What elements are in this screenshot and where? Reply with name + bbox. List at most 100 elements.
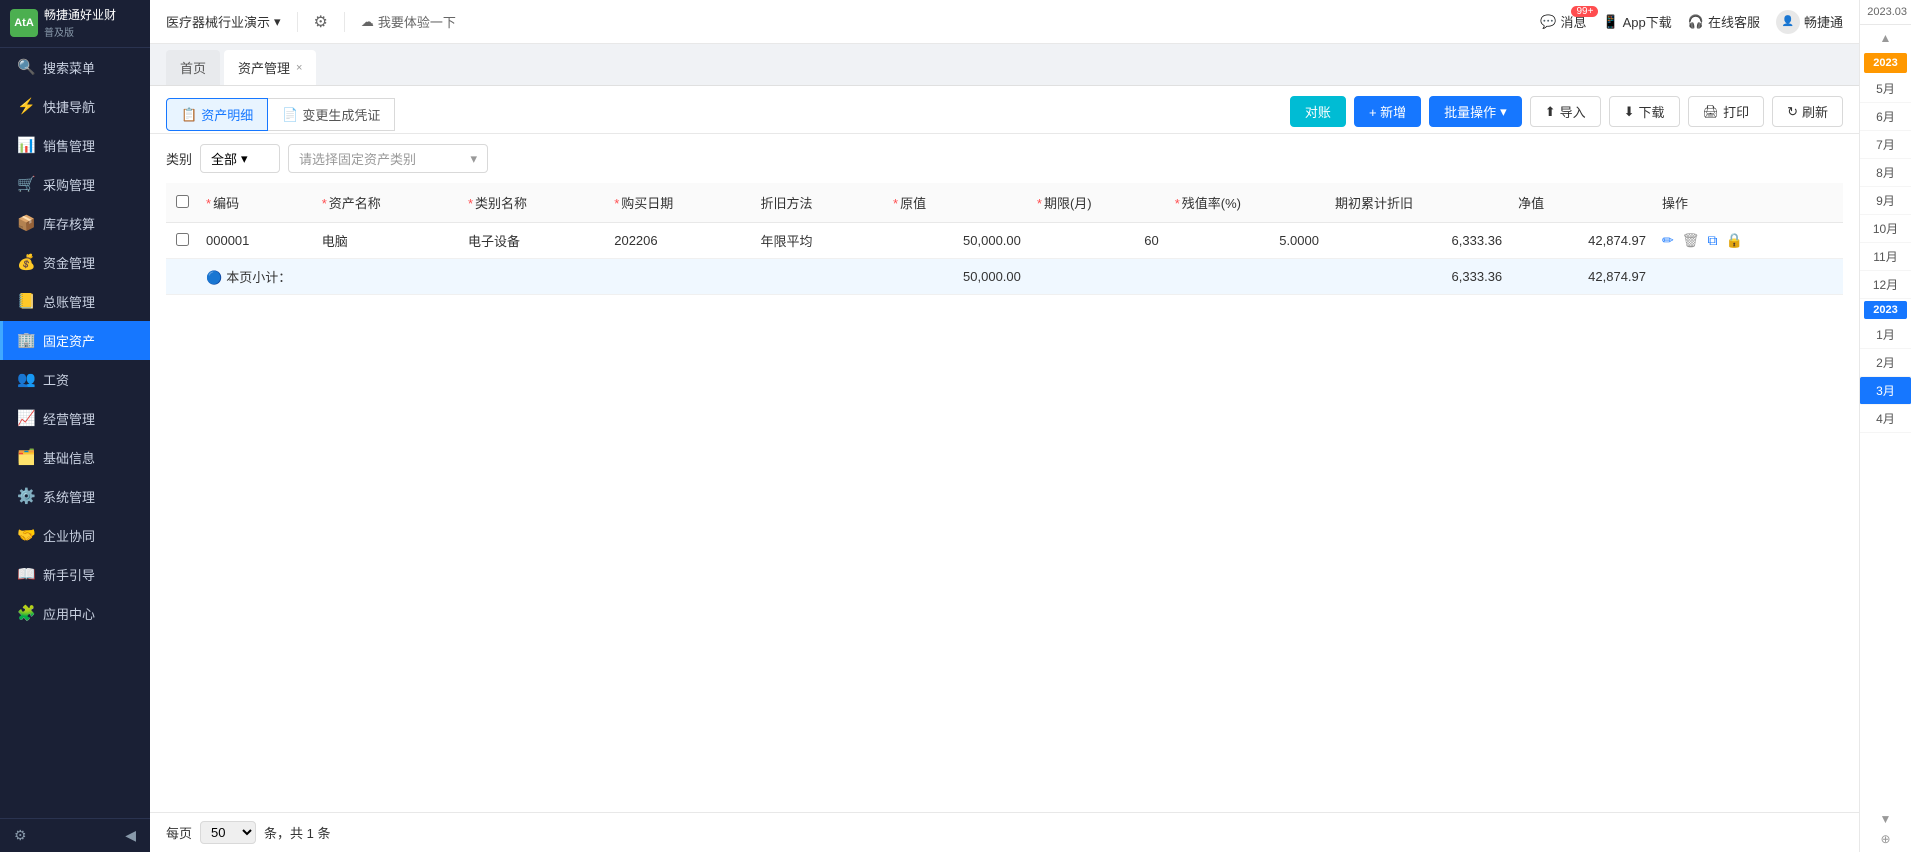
service-icon: 🎧 <box>1688 14 1704 30</box>
sidebar-item-库存核算[interactable]: 📦 库存核算 <box>0 204 150 243</box>
online-service-btn[interactable]: 🎧 在线客服 <box>1688 12 1760 31</box>
sidebar-label: 工资 <box>43 370 69 389</box>
per-page-label: 每页 <box>166 823 192 842</box>
panel-up-icon[interactable]: ▲ <box>1878 29 1894 47</box>
month-item[interactable]: 11月 <box>1860 243 1911 271</box>
subtotal-accumulated: 6,333.36 <box>1327 259 1510 295</box>
main-area: 医疗器械行业演示 ▾ ⚙ ☁ 我要体验一下 💬 消息 99+ 📱 App下载 🎧… <box>150 0 1859 852</box>
sidebar-item-固定资产[interactable]: 🏢 固定资产 <box>0 321 150 360</box>
filter-type-select[interactable]: 全部 ▾ <box>200 144 280 173</box>
messages-btn[interactable]: 💬 消息 99+ <box>1540 12 1586 31</box>
collapse-icon[interactable]: ◀ <box>125 827 136 844</box>
subtotal-residual <box>1167 259 1327 295</box>
filter-category-input[interactable]: 请选择固定资产类别 ▾ <box>288 144 488 173</box>
filter-category-placeholder: 请选择固定资产类别 <box>299 149 416 168</box>
month-item[interactable]: 1月 <box>1860 321 1911 349</box>
sidebar-item-资金管理[interactable]: 💰 资金管理 <box>0 243 150 282</box>
sidebar-icon: 🔍 <box>17 58 35 76</box>
month-item[interactable]: 10月 <box>1860 215 1911 243</box>
app-download-btn[interactable]: 📱 App下载 <box>1602 12 1671 31</box>
month-item[interactable]: 12月 <box>1860 271 1911 299</box>
month-item[interactable]: 8月 <box>1860 159 1911 187</box>
user-profile-btn[interactable]: 👤 畅捷通 <box>1776 10 1843 34</box>
refresh-button[interactable]: ↻ 刷新 <box>1772 96 1843 127</box>
sidebar-icon: 📖 <box>17 565 35 583</box>
sidebar-icon: 👥 <box>17 370 35 388</box>
table-header-row: *编码 *资产名称 *类别名称 *购买日期 折旧方法 *原值 *期限(月) *残… <box>166 183 1843 223</box>
more-icon[interactable]: 🔒 <box>1726 232 1743 249</box>
company-dropdown-icon: ▾ <box>274 14 281 30</box>
sidebar-label: 资金管理 <box>43 253 95 272</box>
sidebar-item-应用中心[interactable]: 🧩 应用中心 <box>0 594 150 633</box>
month-item[interactable]: 2月 <box>1860 349 1911 377</box>
experience-btn[interactable]: ☁ 我要体验一下 <box>361 12 456 31</box>
select-all-checkbox[interactable] <box>176 195 189 208</box>
right-panel: 2023.03 ▲ 20235月6月7月8月9月10月11月12月20231月2… <box>1859 0 1911 852</box>
subtotal-period <box>1029 259 1167 295</box>
sidebar-item-系统管理[interactable]: ⚙️ 系统管理 <box>0 477 150 516</box>
sidebar-item-新手引导[interactable]: 📖 新手引导 <box>0 555 150 594</box>
cell-accumulated-depreciation: 6,333.36 <box>1327 223 1510 259</box>
sidebar-item-总账管理[interactable]: 📒 总账管理 <box>0 282 150 321</box>
cell-depreciation-method: 年限平均 <box>753 223 886 259</box>
subtotal-original-value: 50,000.00 <box>885 259 1029 295</box>
new-button[interactable]: + 新增 <box>1354 96 1421 127</box>
change-voucher-icon: 📄 <box>282 107 298 123</box>
sub-tab-asset-detail[interactable]: 📋 资产明细 <box>166 98 268 131</box>
month-item[interactable]: 9月 <box>1860 187 1911 215</box>
subtotal-checkbox-cell <box>166 259 198 295</box>
messages-badge: 99+ <box>1571 6 1598 17</box>
sidebar-icon: 📊 <box>17 136 35 154</box>
panel-down-icon[interactable]: ▼ <box>1878 810 1894 828</box>
sidebar-item-销售管理[interactable]: 📊 销售管理 <box>0 126 150 165</box>
copy-icon[interactable]: ⧉ <box>1708 232 1718 249</box>
print-button[interactable]: 🖨 打印 <box>1688 96 1765 127</box>
change-voucher-label: 变更生成凭证 <box>302 105 380 124</box>
right-panel-year: 2023.03 <box>1860 0 1911 25</box>
topbar-divider <box>297 12 298 32</box>
tab-home[interactable]: 首页 <box>166 50 220 85</box>
month-item[interactable]: 4月 <box>1860 405 1911 433</box>
sidebar-item-工资[interactable]: 👥 工资 <box>0 360 150 399</box>
filter-category-chevron: ▾ <box>470 151 477 167</box>
download-icon: 📱 <box>1602 14 1618 30</box>
import-button[interactable]: ⬆ 导入 <box>1530 96 1601 127</box>
panel-expand-icon[interactable]: ⊕ <box>1878 830 1892 848</box>
sidebar-label: 采购管理 <box>43 175 95 194</box>
sub-tab-change-voucher[interactable]: 📄 变更生成凭证 <box>267 98 395 131</box>
sidebar-item-搜索菜单[interactable]: 🔍 搜索菜单 <box>0 48 150 87</box>
year-label[interactable]: 2023 <box>1864 53 1907 73</box>
sidebar-item-基础信息[interactable]: 🗂️ 基础信息 <box>0 438 150 477</box>
row-checkbox[interactable] <box>176 233 189 246</box>
cell-residual-rate: 5.0000 <box>1167 223 1327 259</box>
sidebar-item-采购管理[interactable]: 🛒 采购管理 <box>0 165 150 204</box>
settings-icon[interactable]: ⚙ <box>14 827 27 844</box>
sidebar-icon: 🏢 <box>17 331 35 349</box>
tab-asset-management[interactable]: 资产管理 × <box>224 50 316 85</box>
per-page-select[interactable]: 50 10 20 100 <box>200 821 256 844</box>
sidebar-icon: 🗂️ <box>17 448 35 466</box>
year-2023-label[interactable]: 2023 <box>1864 301 1907 319</box>
tab-asset-close[interactable]: × <box>296 62 302 74</box>
delete-icon[interactable]: 🗑 <box>1682 232 1700 249</box>
sidebar-label: 新手引导 <box>43 565 95 584</box>
sidebar-logo: AtA 畅捷通好业财 普及版 <box>0 0 150 48</box>
month-item[interactable]: 6月 <box>1860 103 1911 131</box>
company-selector[interactable]: 医疗器械行业演示 ▾ <box>166 12 281 31</box>
toolbar-buttons-right: 对账 + 新增 批量操作 ▾ ⬆ 导入 ⬇ 下载 🖨 打印 <box>1290 96 1843 133</box>
total-label: 条，共 1 条 <box>264 823 330 842</box>
month-item[interactable]: 7月 <box>1860 131 1911 159</box>
batch-ops-button[interactable]: 批量操作 ▾ <box>1429 96 1522 127</box>
month-item[interactable]: 3月 <box>1860 377 1911 405</box>
settings-gear-icon[interactable]: ⚙ <box>314 12 328 32</box>
topbar: 医疗器械行业演示 ▾ ⚙ ☁ 我要体验一下 💬 消息 99+ 📱 App下载 🎧… <box>150 0 1859 44</box>
reconcile-button[interactable]: 对账 <box>1290 96 1346 127</box>
sidebar-item-经营管理[interactable]: 📈 经营管理 <box>0 399 150 438</box>
asset-detail-icon: 📋 <box>181 107 197 123</box>
header-depreciation-method: 折旧方法 <box>753 183 886 223</box>
edit-icon[interactable]: ✏ <box>1662 232 1674 249</box>
sidebar-item-企业协同[interactable]: 🤝 企业协同 <box>0 516 150 555</box>
sidebar-item-快捷导航[interactable]: ⚡ 快捷导航 <box>0 87 150 126</box>
month-item[interactable]: 5月 <box>1860 75 1911 103</box>
download-button[interactable]: ⬇ 下载 <box>1609 96 1680 127</box>
